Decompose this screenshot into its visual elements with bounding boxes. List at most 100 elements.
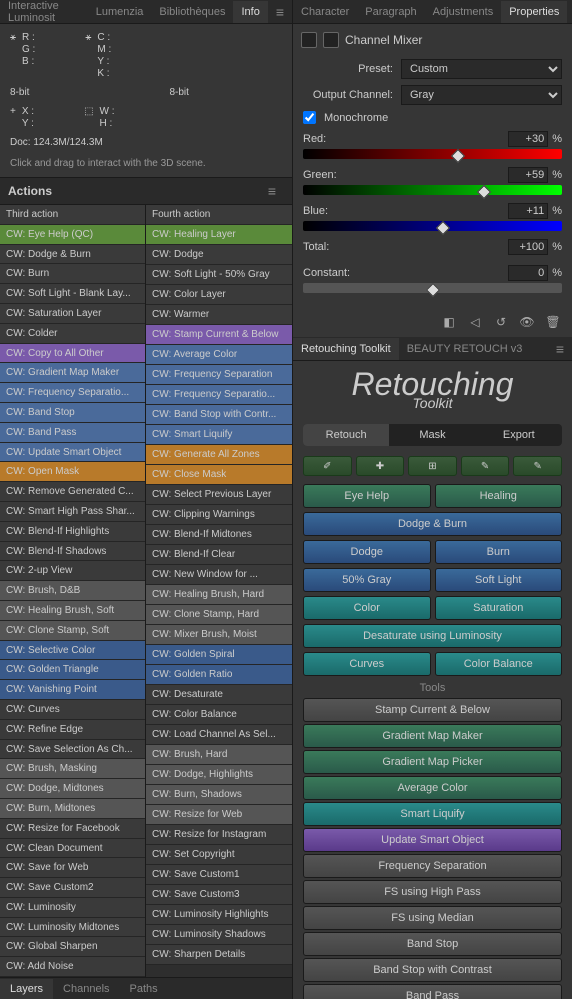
action-item[interactable]: CW: Blend-If Shadows (0, 542, 145, 562)
action-item[interactable]: CW: Stamp Current & Below (146, 325, 292, 345)
retouch-button[interactable]: FS using High Pass (303, 880, 562, 904)
red-slider[interactable] (303, 149, 562, 159)
action-item[interactable]: CW: Selective Color (0, 641, 145, 661)
mode-export[interactable]: Export (476, 424, 562, 446)
action-item[interactable]: CW: Refine Edge (0, 720, 145, 740)
prev-icon[interactable]: ◁ (466, 315, 484, 329)
visibility-icon[interactable]: 👁 (518, 315, 536, 329)
mode-retouch[interactable]: Retouch (303, 424, 389, 446)
tab-paths[interactable]: Paths (120, 979, 168, 999)
action-item[interactable]: CW: Set Copyright (146, 845, 292, 865)
action-item[interactable]: CW: Load Channel As Sel... (146, 725, 292, 745)
action-item[interactable]: CW: Update Smart Object (0, 443, 145, 463)
action-item[interactable]: CW: Golden Spiral (146, 645, 292, 665)
trash-icon[interactable]: 🗑 (544, 315, 562, 329)
action-item[interactable]: CW: Clean Document (0, 839, 145, 859)
green-value[interactable] (508, 167, 548, 183)
action-item[interactable]: CW: Healing Layer (146, 225, 292, 245)
retouch-button[interactable]: Stamp Current & Below (303, 698, 562, 722)
action-item[interactable]: CW: Brush, Hard (146, 745, 292, 765)
action-item[interactable]: CW: Burn (0, 264, 145, 284)
action-item[interactable]: Fourth action (146, 205, 292, 225)
action-item[interactable]: CW: Save Custom2 (0, 878, 145, 898)
action-item[interactable]: CW: Dodge (146, 245, 292, 265)
clone-tool-icon[interactable]: ⊞ (408, 456, 457, 476)
action-item[interactable]: CW: Global Sharpen (0, 937, 145, 957)
action-item[interactable]: CW: Burn, Midtones (0, 799, 145, 819)
action-item[interactable]: CW: Soft Light - 50% Gray (146, 265, 292, 285)
retouch-button[interactable]: Color Balance (435, 652, 563, 676)
action-item[interactable]: CW: Smart Liquify (146, 425, 292, 445)
tab-retouching-toolkit[interactable]: Retouching Toolkit (293, 338, 399, 360)
tab-channels[interactable]: Channels (53, 979, 119, 999)
action-item[interactable]: CW: Dodge & Burn (0, 245, 145, 265)
tab-lumenzia[interactable]: Lumenzia (88, 1, 152, 23)
pen-tool-icon[interactable]: ✎ (513, 456, 562, 476)
action-item[interactable]: CW: Eye Help (QC) (0, 225, 145, 245)
action-item[interactable]: CW: Save Custom3 (146, 885, 292, 905)
action-item[interactable]: CW: 2-up View (0, 561, 145, 581)
action-item[interactable]: CW: Color Layer (146, 285, 292, 305)
action-item[interactable]: CW: Blend-If Highlights (0, 522, 145, 542)
retouch-button[interactable]: Band Stop (303, 932, 562, 956)
action-item[interactable]: CW: Clone Stamp, Hard (146, 605, 292, 625)
retouch-button[interactable]: Gradient Map Picker (303, 750, 562, 774)
action-item[interactable]: CW: Saturation Layer (0, 304, 145, 324)
healing-tool-icon[interactable]: ✚ (356, 456, 405, 476)
action-item[interactable]: CW: Mixer Brush, Moist (146, 625, 292, 645)
action-item[interactable]: CW: Resize for Instagram (146, 825, 292, 845)
retouch-button[interactable]: Frequency Separation (303, 854, 562, 878)
action-item[interactable]: CW: Resize for Facebook (0, 819, 145, 839)
retouch-button[interactable]: Soft Light (435, 568, 563, 592)
retouch-button[interactable]: Dodge (303, 540, 431, 564)
action-item[interactable]: CW: Luminosity (0, 898, 145, 918)
retouch-button[interactable]: Update Smart Object (303, 828, 562, 852)
action-item[interactable]: CW: Brush, Masking (0, 759, 145, 779)
menu-icon[interactable]: ≡ (260, 183, 284, 199)
retouch-button[interactable]: Average Color (303, 776, 562, 800)
eyedropper-icon[interactable]: ⚹ (10, 32, 16, 79)
action-item[interactable]: CW: Healing Brush, Soft (0, 601, 145, 621)
action-item[interactable]: CW: Smart High Pass Shar... (0, 502, 145, 522)
retouch-button[interactable]: Saturation (435, 596, 563, 620)
tab-bibliothèques[interactable]: Bibliothèques (151, 1, 233, 23)
action-item[interactable]: CW: Save Selection As Ch... (0, 740, 145, 760)
action-item[interactable]: CW: Luminosity Midtones (0, 918, 145, 938)
blue-slider[interactable] (303, 221, 562, 231)
mask-icon[interactable] (323, 32, 339, 48)
retouch-button[interactable]: Band Stop with Contrast (303, 958, 562, 982)
action-item[interactable]: CW: Save Custom1 (146, 865, 292, 885)
action-item[interactable]: CW: Sharpen Details (146, 945, 292, 965)
action-item[interactable]: CW: Gradient Map Maker (0, 363, 145, 383)
adjustment-icon[interactable] (301, 32, 317, 48)
action-item[interactable]: CW: Blend-If Midtones (146, 525, 292, 545)
action-item[interactable]: CW: Band Stop with Contr... (146, 405, 292, 425)
action-item[interactable]: CW: Add Noise (0, 957, 145, 977)
action-item[interactable]: CW: Curves (0, 700, 145, 720)
action-item[interactable]: CW: Dodge, Midtones (0, 779, 145, 799)
retouch-button[interactable]: Smart Liquify (303, 802, 562, 826)
blue-value[interactable] (508, 203, 548, 219)
action-item[interactable]: CW: Open Mask (0, 462, 145, 482)
reset-icon[interactable]: ↺ (492, 315, 510, 329)
retouch-button[interactable]: Eye Help (303, 484, 431, 508)
action-item[interactable]: CW: Average Color (146, 345, 292, 365)
eyedropper-icon[interactable]: ⚹ (85, 32, 91, 79)
action-item[interactable]: CW: Dodge, Highlights (146, 765, 292, 785)
retouch-button[interactable]: Band Pass (303, 984, 562, 999)
action-item[interactable]: CW: Colder (0, 324, 145, 344)
tab-beauty-retouch-v3[interactable]: BEAUTY RETOUCH v3 (399, 338, 531, 360)
preset-select[interactable]: Custom (401, 59, 562, 79)
mode-mask[interactable]: Mask (389, 424, 475, 446)
action-item[interactable]: CW: Remove Generated C... (0, 482, 145, 502)
action-item[interactable]: CW: Clipping Warnings (146, 505, 292, 525)
action-item[interactable]: CW: Blend-If Clear (146, 545, 292, 565)
action-item[interactable]: CW: Golden Triangle (0, 660, 145, 680)
action-item[interactable]: CW: Copy to All Other (0, 344, 145, 364)
retouch-button[interactable]: Burn (435, 540, 563, 564)
retouch-button[interactable]: Desaturate using Luminosity (303, 624, 562, 648)
action-item[interactable]: CW: Band Pass (0, 423, 145, 443)
tab-properties[interactable]: Properties (501, 1, 567, 23)
action-item[interactable]: CW: Burn, Shadows (146, 785, 292, 805)
retouch-button[interactable]: Curves (303, 652, 431, 676)
